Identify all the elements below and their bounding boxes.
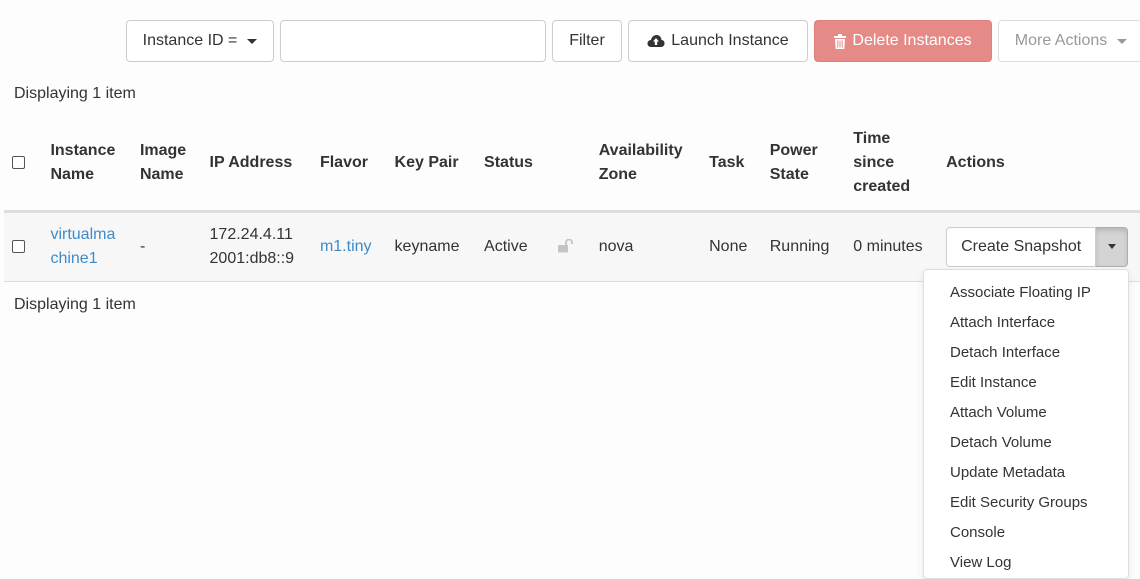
cloud-upload-icon <box>647 35 665 47</box>
filter-field-select[interactable]: Instance ID = <box>126 20 274 62</box>
ipv4-address: 172.24.4.11 <box>209 225 293 243</box>
header-key-pair[interactable]: Key Pair <box>386 116 477 213</box>
menu-item-associate-floating-ip[interactable]: Associate Floating IP <box>924 278 1128 308</box>
launch-instance-label: Launch Instance <box>671 32 789 49</box>
menu-item-update-metadata[interactable]: Update Metadata <box>924 458 1128 488</box>
caret-down-icon <box>247 38 258 44</box>
menu-item-attach-volume[interactable]: Attach Volume <box>924 398 1128 428</box>
row-select-cell <box>4 211 43 282</box>
menu-item-edit-security-groups[interactable]: Edit Security Groups <box>924 488 1128 518</box>
key-pair-cell: keyname <box>386 211 477 282</box>
select-all-cell <box>4 116 43 213</box>
table-toolbar: Instance ID = Filter Launch Instance Del… <box>126 20 1140 62</box>
status-cell: Active <box>476 211 550 282</box>
filter-input[interactable] <box>280 20 546 62</box>
menu-item-detach-volume[interactable]: Detach Volume <box>924 428 1128 458</box>
flavor-cell: m1.tiny <box>311 211 387 282</box>
header-instance-name[interactable]: Instance Name <box>42 116 132 213</box>
menu-item-edit-instance[interactable]: Edit Instance <box>924 368 1128 398</box>
header-task[interactable]: Task <box>701 116 762 213</box>
ip-address-cell: 172.24.4.11 2001:db8::9 <box>201 211 312 282</box>
unlocked-icon <box>558 239 574 253</box>
delete-instances-label: Delete Instances <box>852 32 972 49</box>
caret-down-icon <box>1117 38 1128 44</box>
delete-instances-button[interactable]: Delete Instances <box>814 20 992 62</box>
filter-field-label: Instance ID = <box>142 32 238 49</box>
table-header-row: Instance Name Image Name IP Address Flav… <box>4 116 1140 213</box>
row-actions-split-button: Create Snapshot <box>946 226 1129 267</box>
header-flavor[interactable]: Flavor <box>311 116 387 213</box>
header-status[interactable]: Status <box>476 116 591 213</box>
more-actions-label: More Actions <box>1014 32 1108 49</box>
header-ip-address[interactable]: IP Address <box>201 116 312 213</box>
header-image-name[interactable]: Image Name <box>131 116 202 213</box>
menu-item-view-log[interactable]: View Log <box>924 548 1128 578</box>
lock-cell <box>549 211 591 282</box>
filter-button[interactable]: Filter <box>552 20 622 62</box>
availability-zone-cell: nova <box>590 211 702 282</box>
header-time-since-created[interactable]: Time since created <box>845 116 939 213</box>
flavor-link[interactable]: m1.tiny <box>320 238 372 255</box>
header-availability-zone[interactable]: Availability Zone <box>590 116 702 213</box>
task-cell: None <box>701 211 762 282</box>
ipv6-address: 2001:db8::9 <box>209 249 295 267</box>
power-state-cell: Running <box>761 211 846 282</box>
menu-item-detach-interface[interactable]: Detach Interface <box>924 338 1128 368</box>
row-checkbox[interactable] <box>12 239 25 253</box>
display-count-top: Displaying 1 item <box>14 85 136 102</box>
create-snapshot-button[interactable]: Create Snapshot <box>946 226 1097 267</box>
header-power-state[interactable]: Power State <box>761 116 846 213</box>
row-actions-dropdown-toggle[interactable] <box>1096 226 1129 267</box>
row-actions-menu: Associate Floating IP Attach Interface D… <box>923 269 1129 579</box>
launch-instance-button[interactable]: Launch Instance <box>628 20 808 62</box>
instance-name-link[interactable]: virtualma chine1 <box>50 226 115 267</box>
display-count-bottom: Displaying 1 item <box>14 296 136 313</box>
select-all-checkbox[interactable] <box>12 156 25 170</box>
instances-table: Instance Name Image Name IP Address Flav… <box>4 116 1140 282</box>
caret-down-icon <box>1107 244 1116 249</box>
instance-name-cell: virtualma chine1 <box>42 211 132 282</box>
trash-icon <box>834 33 847 49</box>
header-actions: Actions <box>938 116 1140 213</box>
image-name-cell: - <box>131 211 202 282</box>
menu-item-attach-interface[interactable]: Attach Interface <box>924 308 1128 338</box>
menu-item-console[interactable]: Console <box>924 518 1128 548</box>
more-actions-button[interactable]: More Actions <box>998 20 1140 62</box>
